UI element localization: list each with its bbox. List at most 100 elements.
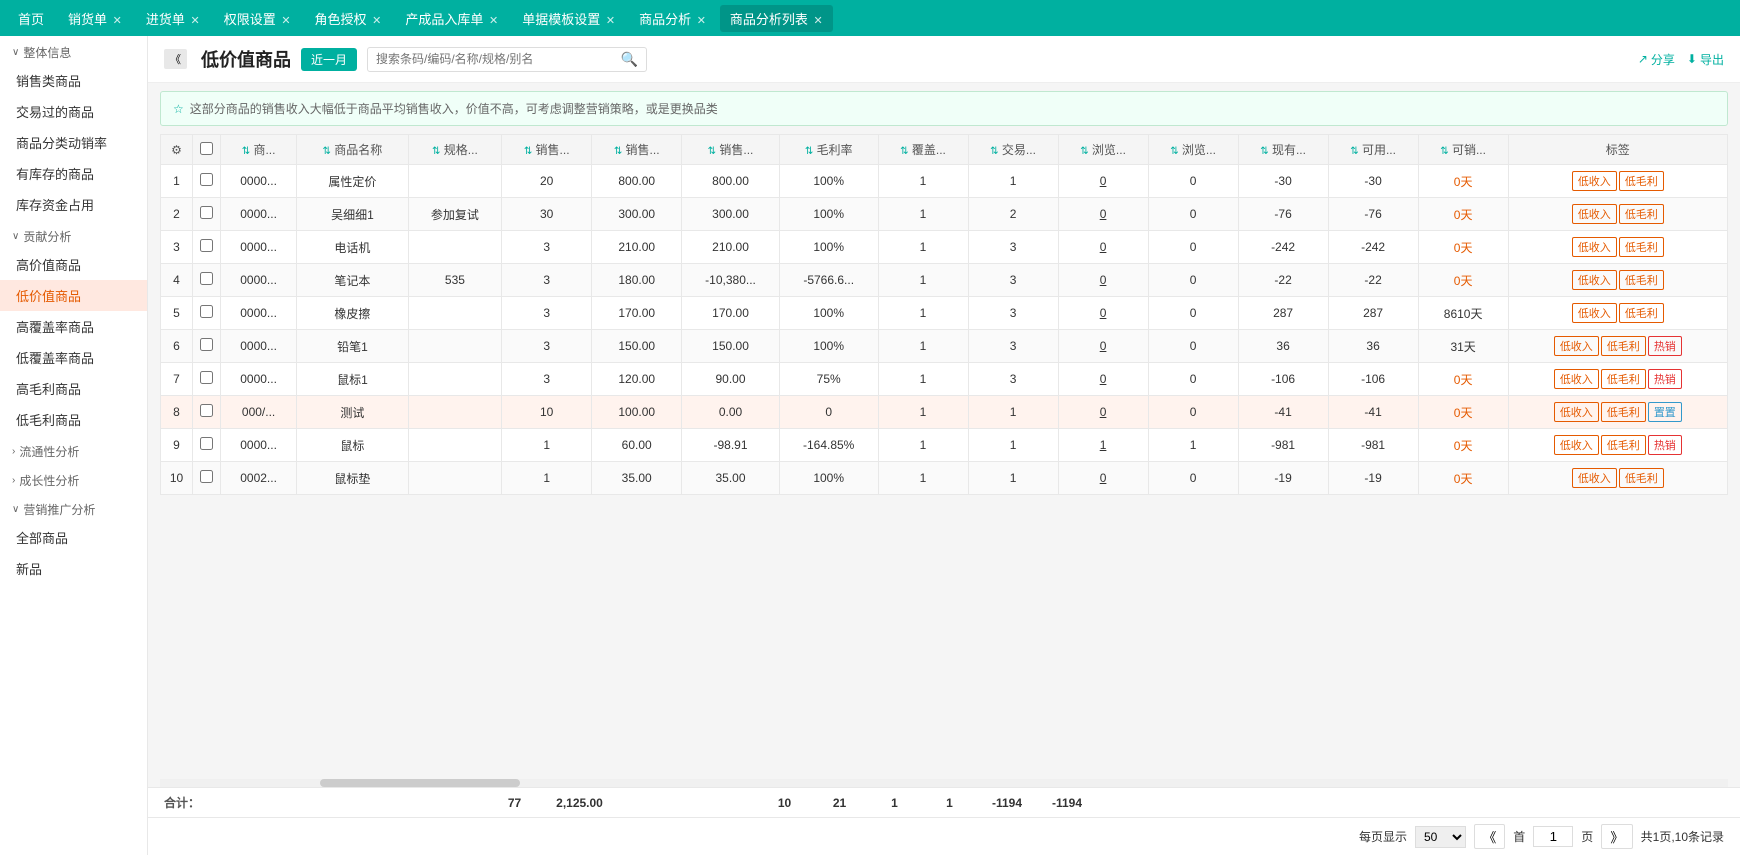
sidebar-item-category-rate[interactable]: 商品分类动销率 (0, 127, 147, 158)
view1-link[interactable]: 0 (1100, 372, 1107, 386)
view1-link[interactable]: 0 (1100, 207, 1107, 221)
col-saleable[interactable]: ⇅ 可销... (1418, 135, 1508, 165)
sidebar-item-high-margin[interactable]: 高毛利商品 (0, 373, 147, 404)
col-available[interactable]: ⇅ 可用... (1328, 135, 1418, 165)
sidebar-item-sales-products[interactable]: 销售类商品 (0, 65, 147, 96)
nav-close-permissions[interactable]: ✕ (281, 15, 290, 27)
nav-template[interactable]: 单据模板设置 ✕ (512, 5, 625, 32)
col-current[interactable]: ⇅ 现有... (1238, 135, 1328, 165)
row-checkbox[interactable] (200, 338, 213, 351)
nav-roles[interactable]: 角色授权 ✕ (305, 5, 392, 32)
cell-checkbox[interactable] (193, 330, 221, 363)
table-container[interactable]: ⚙ ⇅ 商... ⇅ 商品名称 ⇅ 规格... ⇅ 销售... ⇅ 销售... … (148, 134, 1740, 779)
nav-close-template[interactable]: ✕ (606, 15, 615, 27)
sidebar-item-low-margin[interactable]: 低毛利商品 (0, 404, 147, 435)
toggle-icon-overall[interactable]: ∨ (12, 47, 19, 58)
view1-link[interactable]: 0 (1100, 273, 1107, 287)
cell-checkbox[interactable] (193, 231, 221, 264)
cell-view1[interactable]: 1 (1058, 429, 1148, 462)
toggle-icon-contribution[interactable]: ∨ (12, 231, 19, 242)
cell-view1[interactable]: 0 (1058, 165, 1148, 198)
cell-view1[interactable]: 0 (1058, 330, 1148, 363)
toggle-icon-circulation[interactable]: › (12, 446, 15, 457)
sidebar-item-inventory[interactable]: 有库存的商品 (0, 158, 147, 189)
cell-view1[interactable]: 0 (1058, 363, 1148, 396)
col-sales3[interactable]: ⇅ 销售... (682, 135, 780, 165)
row-checkbox[interactable] (200, 437, 213, 450)
col-sales1[interactable]: ⇅ 销售... (502, 135, 592, 165)
row-checkbox[interactable] (200, 173, 213, 186)
cell-checkbox[interactable] (193, 462, 221, 495)
scrollbar-thumb[interactable] (320, 779, 520, 787)
cell-checkbox[interactable] (193, 165, 221, 198)
cell-checkbox[interactable] (193, 297, 221, 330)
nav-close-analysis-list[interactable]: ✕ (814, 15, 823, 27)
cell-view1[interactable]: 0 (1058, 297, 1148, 330)
cell-checkbox[interactable] (193, 363, 221, 396)
view1-link[interactable]: 0 (1100, 471, 1107, 485)
per-page-select[interactable]: 50 100 200 (1415, 826, 1466, 848)
toggle-icon-growth[interactable]: › (12, 475, 15, 486)
row-checkbox[interactable] (200, 305, 213, 318)
sidebar-item-low-value[interactable]: 低价值商品 (0, 280, 147, 311)
view1-link[interactable]: 0 (1100, 306, 1107, 320)
sidebar-item-all-products[interactable]: 全部商品 (0, 522, 147, 553)
search-input[interactable] (376, 52, 615, 66)
col-code[interactable]: ⇅ 商... (221, 135, 297, 165)
col-gross-rate[interactable]: ⇅ 毛利率 (779, 135, 878, 165)
view1-link[interactable]: 0 (1100, 174, 1107, 188)
select-all-checkbox[interactable] (200, 142, 213, 155)
col-view2[interactable]: ⇅ 浏览... (1148, 135, 1238, 165)
col-name[interactable]: ⇅ 商品名称 (297, 135, 408, 165)
sidebar-item-low-coverage[interactable]: 低覆盖率商品 (0, 342, 147, 373)
nav-permissions[interactable]: 权限设置 ✕ (214, 5, 301, 32)
view1-link[interactable]: 0 (1100, 339, 1107, 353)
nav-close-roles[interactable]: ✕ (372, 15, 381, 27)
cell-view1[interactable]: 0 (1058, 198, 1148, 231)
row-checkbox[interactable] (200, 404, 213, 417)
nav-storage[interactable]: 产成品入库单 ✕ (395, 5, 508, 32)
view1-link[interactable]: 0 (1100, 405, 1107, 419)
sidebar-item-new-products[interactable]: 新品 (0, 553, 147, 584)
period-button[interactable]: 近一月 (301, 48, 357, 71)
nav-close-analysis[interactable]: ✕ (697, 15, 706, 27)
nav-analysis-list[interactable]: 商品分析列表 ✕ (720, 5, 833, 32)
sidebar-item-traded[interactable]: 交易过的商品 (0, 96, 147, 127)
cell-checkbox[interactable] (193, 396, 221, 429)
cell-checkbox[interactable] (193, 198, 221, 231)
row-checkbox[interactable] (200, 371, 213, 384)
nav-close-sales[interactable]: ✕ (113, 15, 122, 27)
cell-view1[interactable]: 0 (1058, 396, 1148, 429)
view1-link[interactable]: 1 (1100, 438, 1107, 452)
nav-purchase[interactable]: 进货单 ✕ (136, 5, 210, 32)
share-button[interactable]: ↗ 分享 (1638, 51, 1675, 68)
sidebar-item-high-value[interactable]: 高价值商品 (0, 249, 147, 280)
nav-sales[interactable]: 销货单 ✕ (58, 5, 132, 32)
row-checkbox[interactable] (200, 206, 213, 219)
cell-view1[interactable]: 0 (1058, 462, 1148, 495)
toggle-icon-marketing[interactable]: ∨ (12, 504, 19, 515)
col-trade[interactable]: ⇅ 交易... (968, 135, 1058, 165)
col-spec[interactable]: ⇅ 规格... (408, 135, 502, 165)
nav-analysis[interactable]: 商品分析 ✕ (629, 5, 716, 32)
row-checkbox[interactable] (200, 239, 213, 252)
cell-view1[interactable]: 0 (1058, 264, 1148, 297)
cell-checkbox[interactable] (193, 429, 221, 462)
cell-checkbox[interactable] (193, 264, 221, 297)
col-settings[interactable]: ⚙ (161, 135, 193, 165)
export-button[interactable]: ⬇ 导出 (1687, 51, 1724, 68)
search-icon[interactable]: 🔍 (621, 51, 638, 68)
view1-link[interactable]: 0 (1100, 240, 1107, 254)
first-page-btn[interactable]: 《 (1474, 824, 1505, 849)
nav-close-purchase[interactable]: ✕ (190, 15, 199, 27)
row-checkbox[interactable] (200, 470, 213, 483)
col-coverage[interactable]: ⇅ 覆盖... (878, 135, 968, 165)
col-sales2[interactable]: ⇅ 销售... (592, 135, 682, 165)
nav-home[interactable]: 首页 (8, 5, 54, 32)
sidebar-collapse-btn[interactable]: 《 (164, 49, 187, 69)
next-page-btn[interactable]: 》 (1601, 824, 1632, 849)
row-checkbox[interactable] (200, 272, 213, 285)
cell-view1[interactable]: 0 (1058, 231, 1148, 264)
page-number-input[interactable] (1533, 826, 1573, 847)
col-view1[interactable]: ⇅ 浏览... (1058, 135, 1148, 165)
